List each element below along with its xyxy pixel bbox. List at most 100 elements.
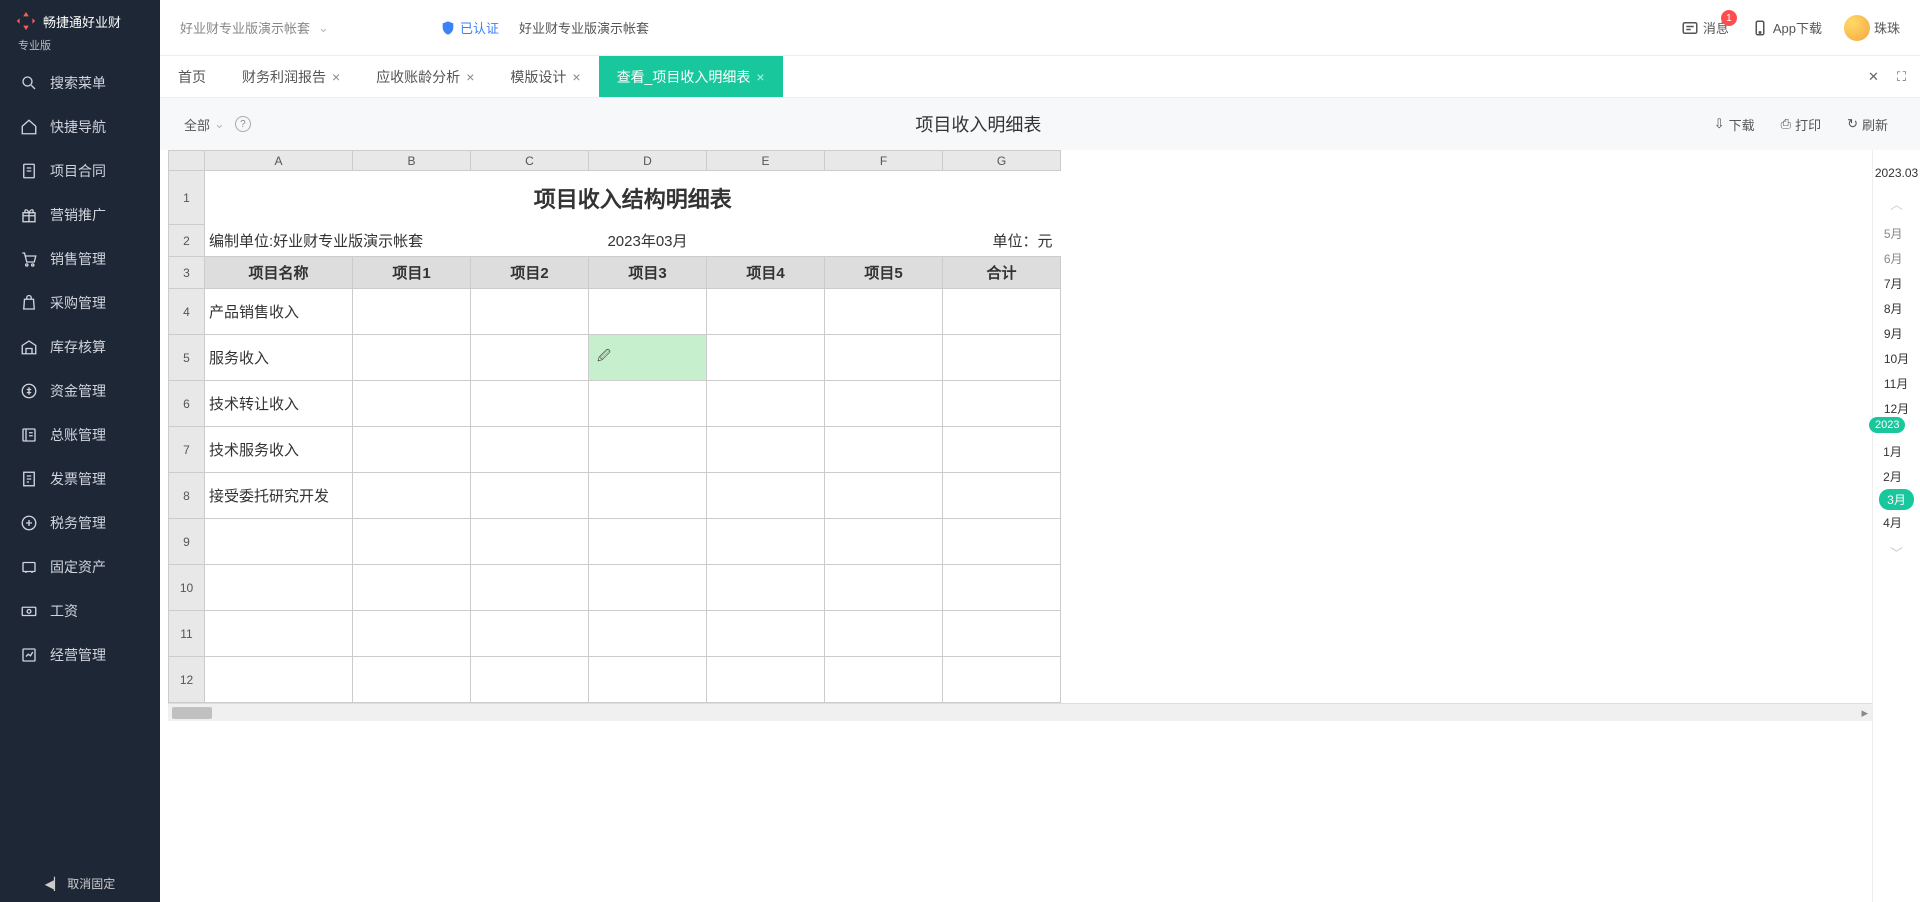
close-all-tabs-button[interactable]: ✕	[1864, 65, 1883, 89]
row-header-3[interactable]: 3	[169, 257, 205, 289]
user-menu[interactable]: 珠珠	[1844, 15, 1900, 41]
cell[interactable]	[825, 335, 943, 381]
sidebar-item-money[interactable]: 资金管理	[0, 369, 160, 413]
row-header-10[interactable]: 10	[169, 565, 205, 611]
sidebar-item-home[interactable]: 快捷导航	[0, 105, 160, 149]
sidebar-item-gift[interactable]: 营销推广	[0, 193, 160, 237]
cell[interactable]	[589, 611, 707, 657]
download-button[interactable]: ⇩ 下载	[1706, 111, 1763, 138]
cell[interactable]	[943, 427, 1061, 473]
col-header-C[interactable]: C	[471, 151, 589, 171]
col-header-F[interactable]: F	[825, 151, 943, 171]
cell[interactable]	[353, 611, 471, 657]
cell[interactable]	[825, 657, 943, 703]
row-header-11[interactable]: 11	[169, 611, 205, 657]
cell[interactable]	[589, 519, 707, 565]
tab-模版设计[interactable]: 模版设计×	[492, 56, 598, 97]
row-header-6[interactable]: 6	[169, 381, 205, 427]
cell[interactable]	[825, 519, 943, 565]
cell[interactable]	[471, 289, 589, 335]
row-header-1[interactable]: 1	[169, 171, 205, 225]
cell[interactable]	[707, 565, 825, 611]
cell[interactable]	[205, 611, 353, 657]
col-header-A[interactable]: A	[205, 151, 353, 171]
timeline-month[interactable]: 4月	[1879, 510, 1914, 535]
scroll-down-icon[interactable]: ﹀	[1886, 539, 1907, 566]
row-label[interactable]: 技术服务收入	[205, 427, 353, 473]
sidebar-item-contract[interactable]: 项目合同	[0, 149, 160, 193]
cell[interactable]	[353, 565, 471, 611]
row-header-4[interactable]: 4	[169, 289, 205, 335]
cell[interactable]	[353, 473, 471, 519]
cell[interactable]	[707, 335, 825, 381]
filter-dropdown[interactable]: 全部 ⌄	[184, 115, 225, 134]
tab-close-icon[interactable]: ×	[756, 69, 764, 85]
cell[interactable]	[471, 335, 589, 381]
timeline-month[interactable]: 1月	[1879, 439, 1914, 464]
sidebar-item-warehouse[interactable]: 库存核算	[0, 325, 160, 369]
app-download-button[interactable]: App下载	[1751, 18, 1822, 37]
cell[interactable]	[707, 381, 825, 427]
cell[interactable]	[353, 289, 471, 335]
cell[interactable]	[825, 289, 943, 335]
cell[interactable]	[707, 611, 825, 657]
spreadsheet[interactable]: ABCDEFG1项目收入结构明细表2编制单位:好业财专业版演示帐套2023年03…	[160, 150, 1872, 902]
cell[interactable]	[943, 289, 1061, 335]
cell[interactable]	[353, 335, 471, 381]
tab-应收账龄分析[interactable]: 应收账龄分析×	[358, 56, 492, 97]
sidebar-item-salary[interactable]: 工资	[0, 589, 160, 633]
cell[interactable]	[589, 657, 707, 703]
cell[interactable]	[471, 565, 589, 611]
sidebar-item-tax[interactable]: 税务管理	[0, 501, 160, 545]
cell[interactable]	[471, 519, 589, 565]
timeline-month[interactable]: 8月	[1880, 296, 1913, 321]
cell[interactable]	[943, 611, 1061, 657]
col-header-B[interactable]: B	[353, 151, 471, 171]
timeline-month[interactable]: 6月	[1880, 246, 1913, 271]
cell[interactable]	[825, 611, 943, 657]
cell[interactable]	[943, 519, 1061, 565]
row-label[interactable]: 技术转让收入	[205, 381, 353, 427]
cell[interactable]	[707, 519, 825, 565]
col-header-D[interactable]: D	[589, 151, 707, 171]
cell[interactable]	[589, 473, 707, 519]
cell[interactable]	[205, 657, 353, 703]
cell[interactable]	[471, 657, 589, 703]
cell[interactable]	[471, 611, 589, 657]
corner-cell[interactable]	[169, 151, 205, 171]
tab-close-icon[interactable]: ×	[466, 69, 474, 85]
col-header-E[interactable]: E	[707, 151, 825, 171]
sidebar-item-cart[interactable]: 销售管理	[0, 237, 160, 281]
cell[interactable]	[825, 565, 943, 611]
row-label[interactable]: 服务收入	[205, 335, 353, 381]
cell[interactable]	[205, 519, 353, 565]
row-header-8[interactable]: 8	[169, 473, 205, 519]
cell[interactable]	[825, 473, 943, 519]
cell[interactable]	[943, 473, 1061, 519]
messages-button[interactable]: 消息 1	[1681, 18, 1729, 37]
cell[interactable]	[589, 289, 707, 335]
cell[interactable]	[353, 519, 471, 565]
cell[interactable]	[471, 381, 589, 427]
cell[interactable]	[943, 657, 1061, 703]
sidebar-item-asset[interactable]: 固定资产	[0, 545, 160, 589]
cell[interactable]	[589, 427, 707, 473]
cell[interactable]	[707, 657, 825, 703]
cell[interactable]	[471, 473, 589, 519]
cell[interactable]	[943, 381, 1061, 427]
cell[interactable]	[707, 289, 825, 335]
row-header-2[interactable]: 2	[169, 225, 205, 257]
fullscreen-button[interactable]: ⛶	[1893, 65, 1910, 89]
tab-财务利润报告[interactable]: 财务利润报告×	[224, 56, 358, 97]
col-header-G[interactable]: G	[943, 151, 1061, 171]
sidebar-item-bag[interactable]: 采购管理	[0, 281, 160, 325]
cell[interactable]	[589, 565, 707, 611]
tab-首页[interactable]: 首页	[160, 56, 224, 97]
help-button[interactable]: ?	[235, 116, 251, 132]
timeline-month[interactable]: 5月	[1880, 221, 1913, 246]
cell[interactable]	[943, 335, 1061, 381]
row-header-9[interactable]: 9	[169, 519, 205, 565]
cell[interactable]	[707, 473, 825, 519]
timeline-month[interactable]: 10月	[1880, 346, 1913, 371]
tab-close-icon[interactable]: ×	[572, 69, 580, 85]
